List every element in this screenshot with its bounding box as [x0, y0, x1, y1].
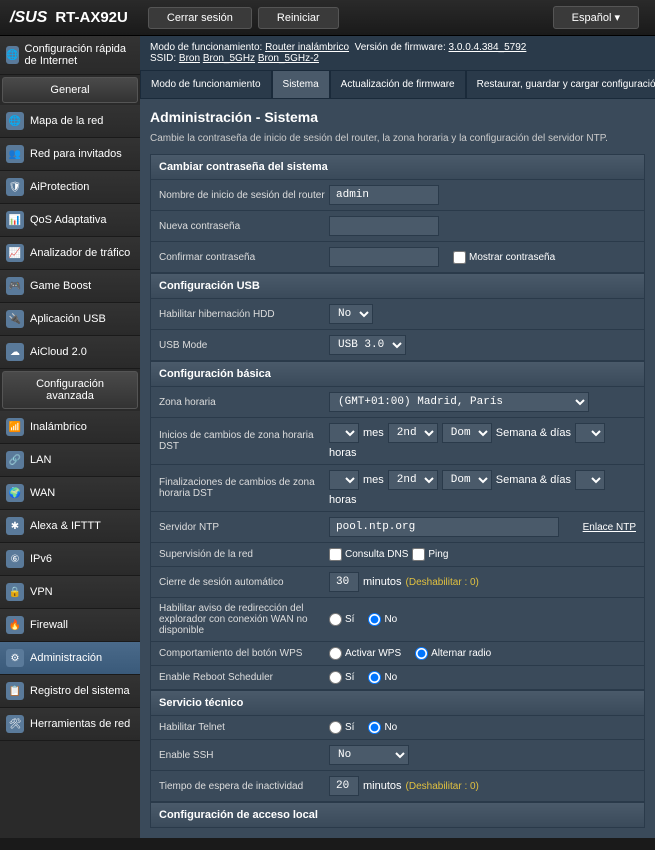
hdd-hibernation-select[interactable]: No — [329, 304, 373, 324]
sidebar-item[interactable]: 📶Inalámbrico — [0, 411, 140, 444]
firmware-link[interactable]: 3.0.0.4.384_5792 — [449, 42, 527, 53]
page-title: Administración - Sistema — [150, 109, 645, 125]
brand-logo: /SUS — [10, 9, 47, 27]
op-mode-link[interactable]: Router inalámbrico — [265, 42, 349, 53]
header: /SUS RT-AX92U Cerrar sesión Reiniciar Es… — [0, 0, 655, 36]
section-usb: Configuración USB — [150, 273, 645, 299]
dns-query-checkbox[interactable] — [329, 548, 342, 561]
nav-icon: 🛡 — [6, 178, 24, 196]
tabs: Modo de funcionamientoSistemaActualizaci… — [140, 70, 655, 99]
login-name-input[interactable] — [329, 185, 439, 205]
section-basic: Configuración básica — [150, 361, 645, 387]
language-select[interactable]: Español ▾ — [553, 6, 639, 29]
show-password-checkbox[interactable] — [453, 251, 466, 264]
dst-end-day[interactable]: Dom — [442, 470, 492, 490]
ssh-select[interactable]: No — [329, 745, 409, 765]
sidebar: 🌐Configuración rápida de Internet Genera… — [0, 36, 140, 838]
reboot-sched-no[interactable] — [368, 671, 381, 684]
sidebar-item[interactable]: ☁AiCloud 2.0 — [0, 336, 140, 369]
confirm-password-input[interactable] — [329, 247, 439, 267]
globe-icon: 🌐 — [6, 46, 19, 64]
nav-icon: 📊 — [6, 211, 24, 229]
nav-icon: 🔒 — [6, 583, 24, 601]
sidebar-item[interactable]: 🔗LAN — [0, 444, 140, 477]
sidebar-item[interactable]: 📋Registro del sistema — [0, 675, 140, 708]
logout-button[interactable]: Cerrar sesión — [148, 7, 252, 29]
sidebar-item[interactable]: 🔥Firewall — [0, 609, 140, 642]
dst-start-hour[interactable]: 2 — [575, 423, 605, 443]
nav-icon: 📶 — [6, 418, 24, 436]
nav-icon: ⚙ — [6, 649, 24, 667]
ssid-link-1[interactable]: Bron — [179, 53, 200, 64]
timezone-select[interactable]: (GMT+01:00) Madrid, París — [329, 392, 589, 412]
reboot-button[interactable]: Reiniciar — [258, 7, 339, 29]
sidebar-item[interactable]: 🛡AiProtection — [0, 171, 140, 204]
nav-icon: 👥 — [6, 145, 24, 163]
section-remote: Servicio técnico — [150, 690, 645, 716]
sidebar-item[interactable]: 📊QoS Adaptativa — [0, 204, 140, 237]
main-panel: Modo de funcionamiento: Router inalámbri… — [140, 36, 655, 838]
nav-icon: 🌐 — [6, 112, 24, 130]
sidebar-item[interactable]: 🌐Mapa de la red — [0, 105, 140, 138]
wan-redirect-yes[interactable] — [329, 613, 342, 626]
sidebar-item[interactable]: 🌍WAN — [0, 477, 140, 510]
dst-start-month[interactable]: 3 — [329, 423, 359, 443]
dst-end-week[interactable]: 2nd — [388, 470, 438, 490]
sidebar-item[interactable]: 🛠Herramientas de red — [0, 708, 140, 741]
ssid-link-2[interactable]: Bron_5GHz — [203, 53, 255, 64]
dst-start-week[interactable]: 2nd — [388, 423, 438, 443]
page-desc: Cambie la contraseña de inicio de sesión… — [150, 133, 645, 144]
usb-mode-select[interactable]: USB 3.0 — [329, 335, 406, 355]
telnet-no[interactable] — [368, 721, 381, 734]
sidebar-item[interactable]: 👥Red para invitados — [0, 138, 140, 171]
tab[interactable]: Actualización de firmware — [330, 70, 466, 99]
ntp-server-input[interactable] — [329, 517, 559, 537]
telnet-yes[interactable] — [329, 721, 342, 734]
nav-icon: ⑥ — [6, 550, 24, 568]
nav-icon: 🔗 — [6, 451, 24, 469]
reboot-sched-yes[interactable] — [329, 671, 342, 684]
sidebar-item[interactable]: 🔌Aplicación USB — [0, 303, 140, 336]
nav-icon: 📋 — [6, 682, 24, 700]
sidebar-item[interactable]: 🔒VPN — [0, 576, 140, 609]
wan-redirect-no[interactable] — [368, 613, 381, 626]
model-name: RT-AX92U — [55, 9, 128, 26]
nav-icon: ☁ — [6, 343, 24, 361]
info-bar: Modo de funcionamiento: Router inalámbri… — [140, 36, 655, 70]
nav-icon: 🛠 — [6, 715, 24, 733]
ssid-link-3[interactable]: Bron_5GHz-2 — [258, 53, 319, 64]
ping-checkbox[interactable] — [412, 548, 425, 561]
dst-end-hour[interactable]: 2 — [575, 470, 605, 490]
section-local-access: Configuración de acceso local — [150, 802, 645, 828]
sidebar-advanced-head: Configuración avanzada — [2, 371, 138, 409]
auto-logout-input[interactable] — [329, 572, 359, 592]
nav-icon: ✱ — [6, 517, 24, 535]
section-password: Cambiar contraseña del sistema — [150, 154, 645, 180]
tab[interactable]: Sistema — [272, 70, 330, 99]
tab[interactable]: Restaurar, guardar y cargar configuració… — [466, 70, 655, 99]
sidebar-item[interactable]: 📈Analizador de tráfico — [0, 237, 140, 270]
nav-icon: 🔥 — [6, 616, 24, 634]
nav-icon: 📈 — [6, 244, 24, 262]
nav-icon: 🔌 — [6, 310, 24, 328]
wps-activate-radio[interactable] — [329, 647, 342, 660]
nav-icon: 🌍 — [6, 484, 24, 502]
sidebar-item[interactable]: 🎮Game Boost — [0, 270, 140, 303]
sidebar-quick-setup[interactable]: 🌐Configuración rápida de Internet — [0, 36, 140, 75]
dst-start-day[interactable]: Dom — [442, 423, 492, 443]
wps-toggle-radio[interactable] — [415, 647, 428, 660]
nav-icon: 🎮 — [6, 277, 24, 295]
tab[interactable]: Modo de funcionamiento — [140, 70, 272, 99]
ntp-link[interactable]: Enlace NTP — [583, 522, 636, 533]
new-password-input[interactable] — [329, 216, 439, 236]
sidebar-item[interactable]: ⑥IPv6 — [0, 543, 140, 576]
dst-end-month[interactable]: 10 — [329, 470, 359, 490]
sidebar-general-head: General — [2, 77, 138, 103]
sidebar-item[interactable]: ⚙Administración — [0, 642, 140, 675]
sidebar-item[interactable]: ✱Alexa & IFTTT — [0, 510, 140, 543]
idle-timeout-input[interactable] — [329, 776, 359, 796]
